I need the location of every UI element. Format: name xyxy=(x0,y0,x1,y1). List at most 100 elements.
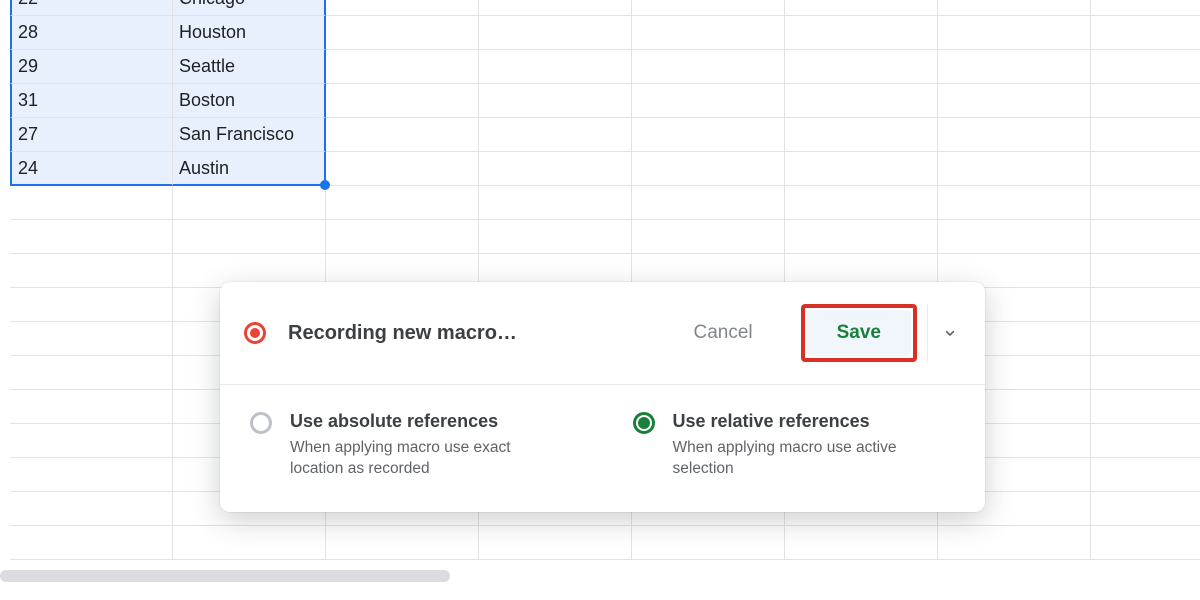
cell[interactable] xyxy=(10,186,173,220)
cell[interactable] xyxy=(326,118,479,152)
cell[interactable] xyxy=(326,84,479,118)
cell[interactable] xyxy=(1091,220,1200,254)
cell[interactable]: 27 xyxy=(10,118,173,152)
cell-value: Chicago xyxy=(179,0,245,9)
cell[interactable] xyxy=(785,0,938,16)
cell[interactable]: Seattle xyxy=(173,50,326,84)
cell[interactable]: San Francisco xyxy=(173,118,326,152)
cell[interactable] xyxy=(10,424,173,458)
cell[interactable] xyxy=(326,186,479,220)
cell[interactable] xyxy=(1091,322,1200,356)
cell[interactable] xyxy=(1091,118,1200,152)
cell[interactable] xyxy=(10,458,173,492)
cell[interactable] xyxy=(1091,288,1200,322)
cell[interactable] xyxy=(173,220,326,254)
cell[interactable]: 31 xyxy=(10,84,173,118)
cell[interactable] xyxy=(1091,84,1200,118)
cell[interactable] xyxy=(785,16,938,50)
cell[interactable] xyxy=(632,16,785,50)
cell[interactable]: 24 xyxy=(10,152,173,186)
cell[interactable] xyxy=(938,220,1091,254)
cell[interactable] xyxy=(938,50,1091,84)
cell[interactable]: Houston xyxy=(173,16,326,50)
cell[interactable] xyxy=(326,0,479,16)
cell[interactable] xyxy=(938,152,1091,186)
cell[interactable] xyxy=(479,50,632,84)
cell[interactable] xyxy=(1091,492,1200,526)
cell-value: 22 xyxy=(18,0,38,9)
cell[interactable] xyxy=(632,220,785,254)
cell[interactable] xyxy=(10,322,173,356)
cell[interactable] xyxy=(632,152,785,186)
cell[interactable] xyxy=(1091,424,1200,458)
cell[interactable] xyxy=(479,526,632,560)
selection-handle-icon[interactable] xyxy=(320,180,330,190)
cell[interactable] xyxy=(938,118,1091,152)
horizontal-scrollbar[interactable] xyxy=(0,570,450,582)
cell[interactable] xyxy=(10,356,173,390)
option-absolute-references[interactable]: Use absolute references When applying ma… xyxy=(250,411,573,480)
cell[interactable] xyxy=(10,492,173,526)
radio-icon xyxy=(633,412,655,434)
cell[interactable] xyxy=(479,16,632,50)
cell[interactable] xyxy=(479,186,632,220)
cell[interactable] xyxy=(1091,458,1200,492)
cell[interactable] xyxy=(1091,50,1200,84)
cell[interactable] xyxy=(479,152,632,186)
cell-value: 29 xyxy=(18,56,38,77)
cell[interactable] xyxy=(1091,186,1200,220)
cell[interactable] xyxy=(785,152,938,186)
cell[interactable] xyxy=(326,152,479,186)
cell[interactable] xyxy=(632,186,785,220)
cell[interactable] xyxy=(10,254,173,288)
expand-toggle[interactable] xyxy=(927,304,971,362)
cell[interactable]: 22 xyxy=(10,0,173,16)
cell[interactable] xyxy=(938,0,1091,16)
cell[interactable] xyxy=(632,84,785,118)
cell[interactable] xyxy=(10,220,173,254)
cell[interactable] xyxy=(938,526,1091,560)
cell[interactable] xyxy=(632,0,785,16)
cell[interactable] xyxy=(479,118,632,152)
cell[interactable] xyxy=(173,526,326,560)
cell[interactable] xyxy=(1091,152,1200,186)
save-button[interactable]: Save xyxy=(807,310,911,356)
cell[interactable]: 28 xyxy=(10,16,173,50)
cell[interactable]: Boston xyxy=(173,84,326,118)
cell[interactable] xyxy=(938,186,1091,220)
cell[interactable] xyxy=(1091,356,1200,390)
cell[interactable]: Chicago xyxy=(173,0,326,16)
cell[interactable] xyxy=(326,50,479,84)
cell[interactable] xyxy=(1091,16,1200,50)
cell[interactable] xyxy=(173,186,326,220)
cell[interactable]: 29 xyxy=(10,50,173,84)
cell[interactable] xyxy=(938,16,1091,50)
cell[interactable] xyxy=(1091,0,1200,16)
cell[interactable]: Austin xyxy=(173,152,326,186)
cell[interactable] xyxy=(938,84,1091,118)
cell[interactable] xyxy=(479,84,632,118)
cell[interactable] xyxy=(1091,254,1200,288)
cell[interactable] xyxy=(1091,526,1200,560)
cell[interactable] xyxy=(10,390,173,424)
cell[interactable] xyxy=(632,526,785,560)
cell[interactable] xyxy=(785,526,938,560)
option-relative-references[interactable]: Use relative references When applying ma… xyxy=(633,411,956,480)
cell[interactable] xyxy=(326,526,479,560)
cell[interactable] xyxy=(10,526,173,560)
cell[interactable] xyxy=(632,118,785,152)
cell[interactable] xyxy=(632,50,785,84)
cancel-button[interactable]: Cancel xyxy=(673,312,772,354)
cell[interactable] xyxy=(785,186,938,220)
cell-value: Boston xyxy=(179,90,235,111)
cell[interactable] xyxy=(1091,390,1200,424)
cell[interactable] xyxy=(785,50,938,84)
cell[interactable] xyxy=(785,118,938,152)
cell[interactable] xyxy=(326,220,479,254)
cell[interactable] xyxy=(785,84,938,118)
cell[interactable] xyxy=(479,220,632,254)
cell[interactable] xyxy=(326,16,479,50)
cell[interactable] xyxy=(785,220,938,254)
cell[interactable] xyxy=(479,0,632,16)
cell[interactable] xyxy=(10,288,173,322)
